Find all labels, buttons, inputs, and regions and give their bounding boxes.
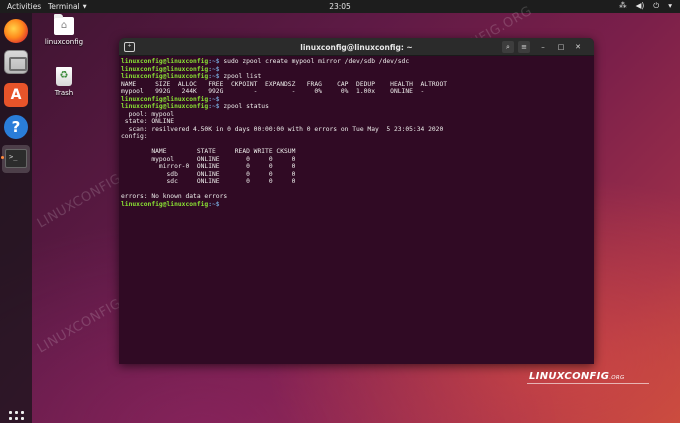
terminal-icon[interactable]: >_ [2,145,30,173]
folder-icon [54,14,74,35]
prompt-line: linuxconfig@linuxconfig:~$ zpool list [121,73,594,81]
prompt-path: :~$ [208,58,220,65]
output-line: NAME STATE READ WRITE CKSUM [121,148,296,155]
system-menu[interactable]: ⁂ ◀) ⏻ ▾ [619,1,672,11]
output-line: state: ONLINE [121,118,175,125]
linuxconfig-logo: LINUXCONFIG.ORG [527,371,649,384]
output-line: NAME SIZE ALLOC FREE CKPOINT EXPANDSZ FR… [121,80,448,88]
home-folder-icon[interactable]: linuxconfig [41,14,87,46]
prompt-path: :~$ [208,73,220,80]
prompt-line: linuxconfig@linuxconfig:~$ [121,96,594,104]
output-line: mypool 992G 244K 992G - - 0% 0% 1.00x ON… [121,88,425,95]
prompt-line: linuxconfig@linuxconfig:~$ [121,201,594,209]
terminal-glyph: >_ [5,149,27,168]
terminal-titlebar[interactable]: + linuxconfig@linuxconfig: ~ ⌕ ≡ – □ ✕ [119,38,594,56]
close-icon[interactable]: ✕ [572,41,584,53]
command-text: zpool status [219,103,269,110]
terminal-output[interactable]: linuxconfig@linuxconfig:~$ sudo zpool cr… [119,56,594,208]
logo-text: LINUXCONFIG [529,371,610,382]
prompt-user: linuxconfig@linuxconfig [121,58,209,65]
power-icon: ⏻ [653,1,660,10]
trash-label: Trash [54,89,74,97]
files-icon[interactable] [4,50,28,74]
terminal-window[interactable]: + linuxconfig@linuxconfig: ~ ⌕ ≡ – □ ✕ l… [119,38,594,364]
prompt-user: linuxconfig@linuxconfig [121,65,209,73]
prompt-user: linuxconfig@linuxconfig [121,95,209,103]
software-icon[interactable]: A [4,83,28,107]
prompt-path: :~$ [208,200,220,208]
output-line: pool: mypool [121,110,175,118]
logo-suffix: .ORG [609,375,625,381]
prompt-user: linuxconfig@linuxconfig [121,200,209,208]
menu-arrow-icon: ▾ [668,1,672,10]
output-line: mypool ONLINE 0 0 0 [121,155,296,163]
firefox-icon[interactable] [4,19,28,43]
output-line: sdb ONLINE 0 0 0 [121,170,296,178]
prompt-line: linuxconfig@linuxconfig:~$ [121,66,594,74]
minimize-icon[interactable]: – [537,41,549,53]
show-applications-icon[interactable] [9,411,24,423]
output-line: mirror-0 ONLINE 0 0 0 [121,163,296,170]
prompt-line: linuxconfig@linuxconfig:~$ zpool status [121,103,594,111]
hamburger-menu-icon[interactable]: ≡ [518,41,530,53]
prompt-path: :~$ [208,95,220,103]
clock[interactable]: 23:05 [0,2,680,11]
search-icon[interactable]: ⌕ [502,41,514,53]
prompt-user: linuxconfig@linuxconfig [121,103,209,110]
running-indicator [1,156,4,159]
help-icon[interactable]: ? [4,115,28,139]
prompt-path: :~$ [208,65,220,73]
prompt-path: :~$ [208,103,220,110]
volume-icon: ◀) [635,1,645,10]
output-line: scan: resilvered 4.50K in 0 days 00:00:0… [121,125,444,133]
dock: A ? >_ [0,13,32,423]
output-line: errors: No known data errors [121,193,228,200]
maximize-icon[interactable]: □ [555,41,567,53]
output-line: config: [121,133,148,140]
network-icon: ⁂ [619,1,627,10]
command-text: sudo zpool create mypool mirror /dev/sdb… [219,58,410,65]
top-bar: Activities Terminal ▼ 23:05 ⁂ ◀) ⏻ ▾ [0,0,680,13]
command-text: zpool list [219,73,262,80]
prompt-user: linuxconfig@linuxconfig [121,73,209,80]
trash-can-icon [56,67,72,86]
output-line: sdc ONLINE 0 0 0 [121,178,296,185]
home-folder-label: linuxconfig [44,38,84,46]
trash-icon[interactable]: Trash [41,67,87,97]
prompt-line: linuxconfig@linuxconfig:~$ sudo zpool cr… [121,58,594,66]
